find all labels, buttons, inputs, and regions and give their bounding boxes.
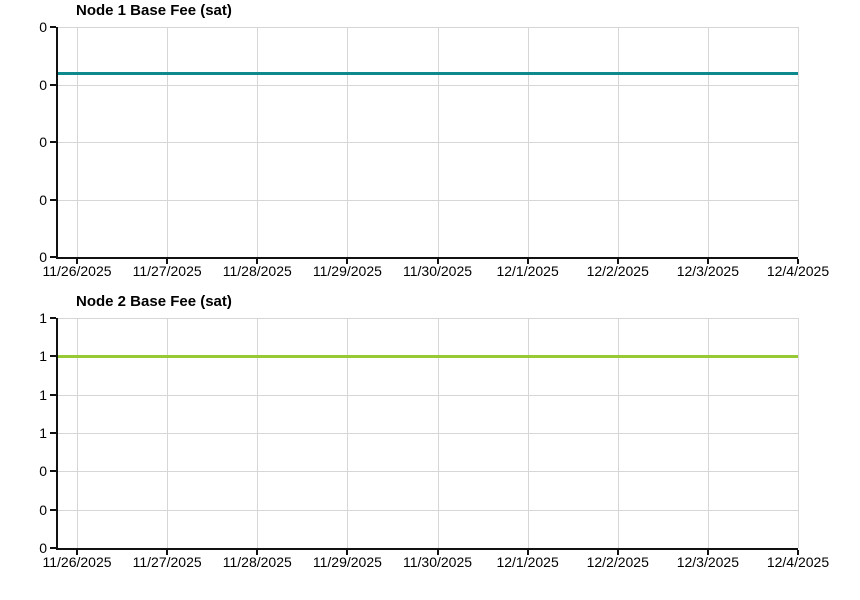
y-tick-label: 0 [39,134,47,150]
x-tick-label: 12/3/2025 [676,554,740,570]
x-tick-label: 12/4/2025 [766,263,830,279]
v-gridline [347,27,348,257]
v-gridline [438,318,439,548]
v-gridline [798,27,799,257]
y-tick-mark [50,355,56,358]
y-tick-label: 1 [39,386,47,403]
y-tick-mark [50,83,56,86]
h-gridline [58,142,798,143]
chart-title-node1: Node 1 Base Fee (sat) [76,2,232,19]
y-tick-label: 1 [39,425,47,441]
v-gridline [528,318,529,548]
y-tick-label: 0 [39,19,47,35]
v-gridline [167,27,168,257]
v-gridline [257,318,258,548]
x-tick-label: 12/4/2025 [766,554,830,570]
y-tick-mark [50,432,56,434]
x-tick-label: 12/1/2025 [496,554,559,570]
x-tick-label: 11/30/2025 [402,554,473,570]
v-gridline [167,318,168,548]
v-gridline [347,318,348,548]
v-gridline [618,318,619,548]
y-tick-label: 0 [39,501,47,518]
x-tick-label: 11/28/2025 [222,263,292,279]
x-tick-label: 12/3/2025 [676,263,740,279]
y-tick-mark [50,256,56,258]
fee-charts-dashboard: Node 1 Base Fee (sat) 0 0 0 0 0 11/26/2025 11/… [0,0,860,600]
v-gridline [528,27,529,257]
y-tick-mark [50,393,56,396]
h-gridline [58,471,798,472]
x-tick-label: 12/1/2025 [496,263,559,279]
v-gridline [798,318,799,548]
h-gridline [58,85,798,86]
y-tick-mark [50,141,56,143]
x-tick-label: 11/30/2025 [402,263,473,279]
plot-area-node2: 1 1 1 1 0 0 0 11/26/2025 11/27/2025 11/28/2025 11/… [39,310,829,570]
x-tick-label: 11/27/2025 [132,263,202,279]
x-tick-label: 12/2/2025 [586,554,649,570]
h-gridline [58,318,798,319]
x-tick-label: 12/2/2025 [586,263,649,279]
y-tick-label: 1 [39,348,47,365]
y-tick-label: 0 [39,76,47,93]
h-gridline [58,510,798,511]
y-tick-mark [50,508,56,511]
y-tick-label: 0 [39,463,47,480]
v-gridline [618,27,619,257]
v-gridline [708,27,709,257]
y-tick-mark [50,547,56,549]
x-tick-label: 11/29/2025 [312,554,382,570]
v-gridline [257,27,258,257]
x-tick-label: 11/26/2025 [42,263,112,279]
y-tick-label: 1 [39,310,47,326]
series-line-node-1-base-fee [58,71,798,75]
chart-node1-base-fee: Node 1 Base Fee (sat) 0 0 0 0 0 11/26/2025 11/… [0,0,860,290]
y-axis-line [56,318,58,548]
x-tick-label: 11/26/2025 [42,554,112,570]
series-line-node-2-base-fee [58,354,798,358]
x-tick-label: 11/28/2025 [222,554,292,570]
y-tick-mark [50,317,56,319]
y-tick-label: 0 [39,191,47,208]
x-tick-label: 11/29/2025 [312,263,382,279]
y-tick-mark [50,26,56,28]
y-tick-mark [50,198,56,201]
x-tick-label: 11/27/2025 [132,554,202,570]
v-gridline [708,318,709,548]
chart-node2-base-fee: Node 2 Base Fee (sat) 1 1 1 1 0 0 0 11/26/2025 1… [0,291,860,581]
h-gridline [58,433,798,434]
y-tick-mark [50,470,56,473]
h-gridline [58,395,798,396]
plot-area-node1: 0 0 0 0 0 11/26/2025 11/27/2025 11/28/2025 11/29… [39,19,829,279]
v-gridline [77,318,78,548]
v-gridline [77,27,78,257]
v-gridline [438,27,439,257]
y-axis-line [56,27,58,257]
chart-title-node2: Node 2 Base Fee (sat) [76,293,232,310]
h-gridline [58,200,798,201]
h-gridline [58,27,798,28]
